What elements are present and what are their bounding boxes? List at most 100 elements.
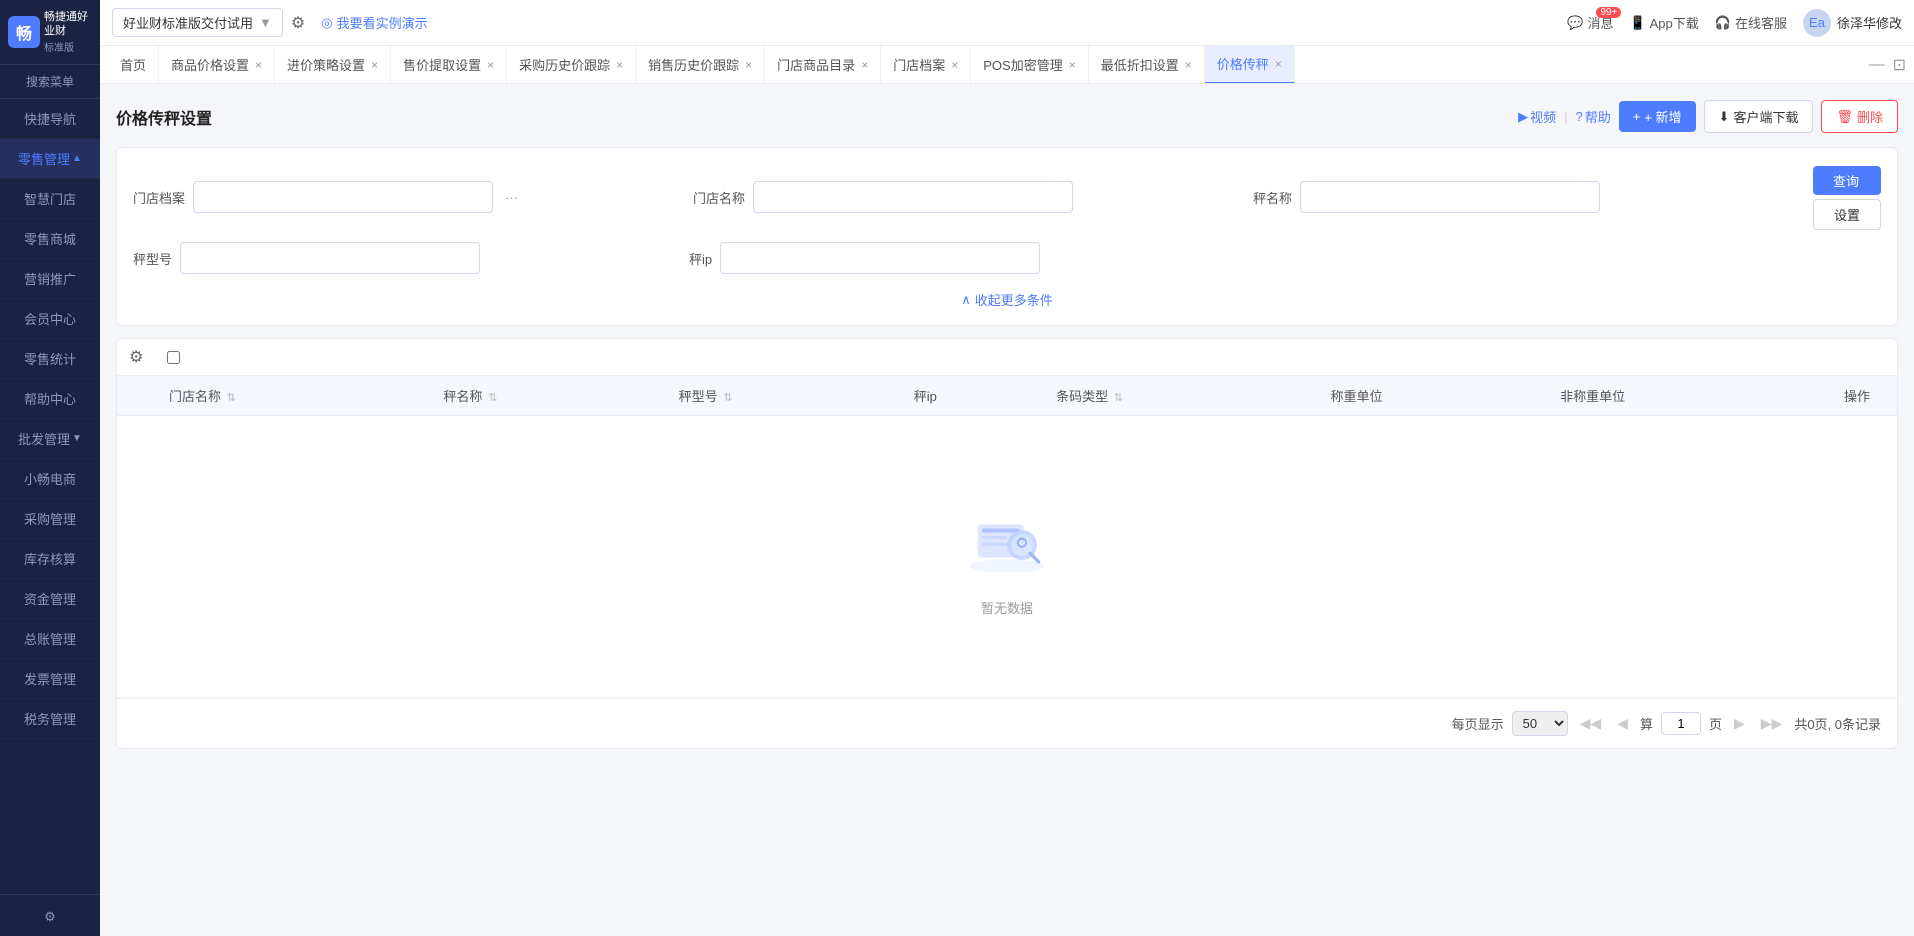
tab-close-purchase-strategy[interactable]: × [371, 58, 378, 72]
collapse-button[interactable]: ∧ 收起更多条件 [133, 286, 1881, 309]
next-page-button[interactable]: ▶ [1730, 713, 1749, 734]
tab-maximize-icon[interactable]: ⊡ [1893, 55, 1906, 75]
sidebar-item-smart-store[interactable]: 智慧门店 [0, 179, 100, 219]
sort-barcode-type-icon[interactable]: ⇅ [1114, 392, 1123, 404]
tab-close-price-scale[interactable]: × [1275, 57, 1282, 71]
table-toolbar: ⚙ [117, 339, 1897, 376]
per-page-label: 每页显示 [1452, 714, 1504, 733]
store-profile-dots-icon[interactable]: ··· [501, 190, 522, 205]
filter-row-2: 秤型号 秤ip [133, 242, 1881, 274]
tab-price-scale[interactable]: 价格传秤 × [1205, 46, 1295, 84]
select-all-checkbox[interactable] [167, 351, 180, 364]
sidebar-item-member-center[interactable]: 会员中心 [0, 299, 100, 339]
tab-close-pos-mgmt[interactable]: × [1069, 58, 1076, 72]
video-icon: ▶ [1518, 109, 1528, 125]
store-profile-input[interactable] [193, 181, 493, 213]
online-service-button[interactable]: 🎧 在线客服 [1715, 13, 1787, 32]
th-checkbox [117, 376, 157, 416]
sidebar-item-marketing[interactable]: 营销推广 [0, 259, 100, 299]
messages-button[interactable]: 💬 消息 99+ [1567, 13, 1613, 32]
store-profile-label: 门店档案 [133, 188, 185, 207]
tab-store-profile[interactable]: 门店档案 × [881, 46, 971, 84]
tab-close-purchase-history[interactable]: × [616, 58, 623, 72]
sidebar-item-help-center[interactable]: 帮助中心 [0, 379, 100, 419]
help-link[interactable]: ? 帮助 [1575, 107, 1610, 126]
tab-close-min-discount[interactable]: × [1185, 58, 1192, 72]
scale-name-input[interactable] [1300, 181, 1600, 213]
sidebar-item-retail-shop[interactable]: 零售商城 [0, 219, 100, 259]
topbar: 好业财标准版交付试用 ▼ ⚙ ◎ 我要看实例演示 💬 消息 99+ 📱 App下… [100, 0, 1914, 46]
tab-min-discount[interactable]: 最低折扣设置 × [1089, 46, 1205, 84]
retail-mgmt-arrow-icon: ▲ [72, 153, 82, 164]
sort-store-name-icon[interactable]: ⇅ [227, 392, 236, 404]
add-icon: + [1633, 109, 1641, 124]
sidebar-item-xiaochange[interactable]: 小畅电商 [0, 459, 100, 499]
sort-scale-model-icon[interactable]: ⇅ [723, 392, 732, 404]
tab-close-sale-extract[interactable]: × [487, 58, 494, 72]
sidebar-item-tax-mgmt[interactable]: 税务管理 [0, 699, 100, 739]
empty-illustration [957, 496, 1057, 586]
table-settings-icon[interactable]: ⚙ [129, 347, 143, 367]
tab-home[interactable]: 首页 [108, 46, 159, 84]
app-name: 畅捷通好业财 [44, 10, 92, 39]
tab-close-sale-history[interactable]: × [745, 58, 752, 72]
sidebar-item-inventory[interactable]: 库存核算 [0, 539, 100, 579]
demo-link[interactable]: ◎ 我要看实例演示 [321, 13, 427, 32]
sidebar-item-quick-nav[interactable]: 快捷导航 [0, 99, 100, 139]
sidebar-item-finance-mgmt[interactable]: 资金管理 [0, 579, 100, 619]
sidebar-settings-button[interactable]: ⚙ [0, 894, 100, 936]
page-unit: 页 [1709, 714, 1722, 733]
add-button[interactable]: + + 新增 [1619, 101, 1696, 132]
tab-goods-price[interactable]: 商品价格设置 × [159, 46, 275, 84]
version-selector[interactable]: 好业财标准版交付试用 ▼ [112, 8, 283, 37]
filter-scale-name: 秤名称 [1253, 181, 1797, 213]
user-profile[interactable]: Ea 徐泽华修改 [1803, 9, 1902, 37]
tab-store-catalog[interactable]: 门店商品目录 × [765, 46, 881, 84]
video-link[interactable]: ▶ 视频 [1518, 107, 1556, 126]
sidebar-item-general-ledger[interactable]: 总账管理 [0, 619, 100, 659]
filter-scale-ip: 秤ip [689, 242, 1229, 274]
per-page-select[interactable]: 50 10 20 100 [1512, 711, 1568, 736]
settings-query-button[interactable]: 设置 [1813, 199, 1881, 230]
sidebar-item-purchase-mgmt[interactable]: 采购管理 [0, 499, 100, 539]
username-label[interactable]: 徐泽华修改 [1837, 13, 1902, 32]
last-page-button[interactable]: ▶▶ [1757, 713, 1787, 734]
tab-sale-history[interactable]: 销售历史价跟踪 × [636, 46, 765, 84]
page-input[interactable] [1661, 712, 1701, 735]
tab-pos-mgmt[interactable]: POS加密管理 × [971, 46, 1088, 84]
th-barcode-type: 条码类型 ⇅ [1044, 376, 1318, 416]
sort-scale-name-icon[interactable]: ⇅ [488, 392, 497, 404]
tab-purchase-history[interactable]: 采购历史价跟踪 × [507, 46, 636, 84]
main-area: 好业财标准版交付试用 ▼ ⚙ ◎ 我要看实例演示 💬 消息 99+ 📱 App下… [100, 0, 1914, 936]
tabbar: 首页 商品价格设置 × 进价策略设置 × 售价提取设置 × 采购历史价跟踪 × … [100, 46, 1914, 84]
tab-minimize-icon[interactable]: — [1869, 56, 1885, 74]
sidebar-search[interactable]: 搜索菜单 [0, 65, 100, 99]
page-label: 算 [1640, 714, 1653, 733]
query-button[interactable]: 查询 [1813, 166, 1881, 195]
th-store-name: 门店名称 ⇅ [157, 376, 431, 416]
tab-close-goods-price[interactable]: × [255, 58, 262, 72]
tab-right-actions: — ⊡ [1869, 55, 1906, 75]
store-name-input[interactable] [753, 181, 1073, 213]
scale-model-input[interactable] [180, 242, 480, 274]
app-download-button[interactable]: 📱 App下载 [1629, 13, 1698, 32]
tab-sale-extract[interactable]: 售价提取设置 × [391, 46, 507, 84]
topbar-settings-icon[interactable]: ⚙ [291, 13, 305, 33]
first-page-button[interactable]: ◀◀ [1576, 713, 1606, 734]
settings-icon[interactable]: ⚙ [44, 909, 56, 924]
page-header: 价格传秤设置 ▶ 视频 | ? 帮助 + + 新增 ⬇ 客户端下载 [116, 100, 1898, 133]
prev-page-button[interactable]: ◀ [1613, 713, 1632, 734]
sidebar: 畅 畅捷通好业财 标准版 搜索菜单 快捷导航 零售管理 ▲ 智慧门店 零售商城 … [0, 0, 100, 936]
collapse-arrow-icon: ∧ [961, 292, 971, 308]
tab-close-store-catalog[interactable]: × [861, 58, 868, 72]
scale-ip-input[interactable] [720, 242, 1040, 274]
download-button[interactable]: ⬇ 客户端下载 [1704, 100, 1814, 133]
sidebar-item-invoice-mgmt[interactable]: 发票管理 [0, 659, 100, 699]
delete-button[interactable]: 🗑 删除 [1821, 100, 1898, 133]
search-menu-label[interactable]: 搜索菜单 [26, 75, 74, 89]
sidebar-item-retail-stats[interactable]: 零售统计 [0, 339, 100, 379]
sidebar-item-wholesale-mgmt[interactable]: 批发管理 ▼ [0, 419, 100, 459]
tab-close-store-profile[interactable]: × [951, 58, 958, 72]
tab-purchase-strategy[interactable]: 进价策略设置 × [275, 46, 391, 84]
sidebar-item-retail-mgmt[interactable]: 零售管理 ▲ [0, 139, 100, 179]
